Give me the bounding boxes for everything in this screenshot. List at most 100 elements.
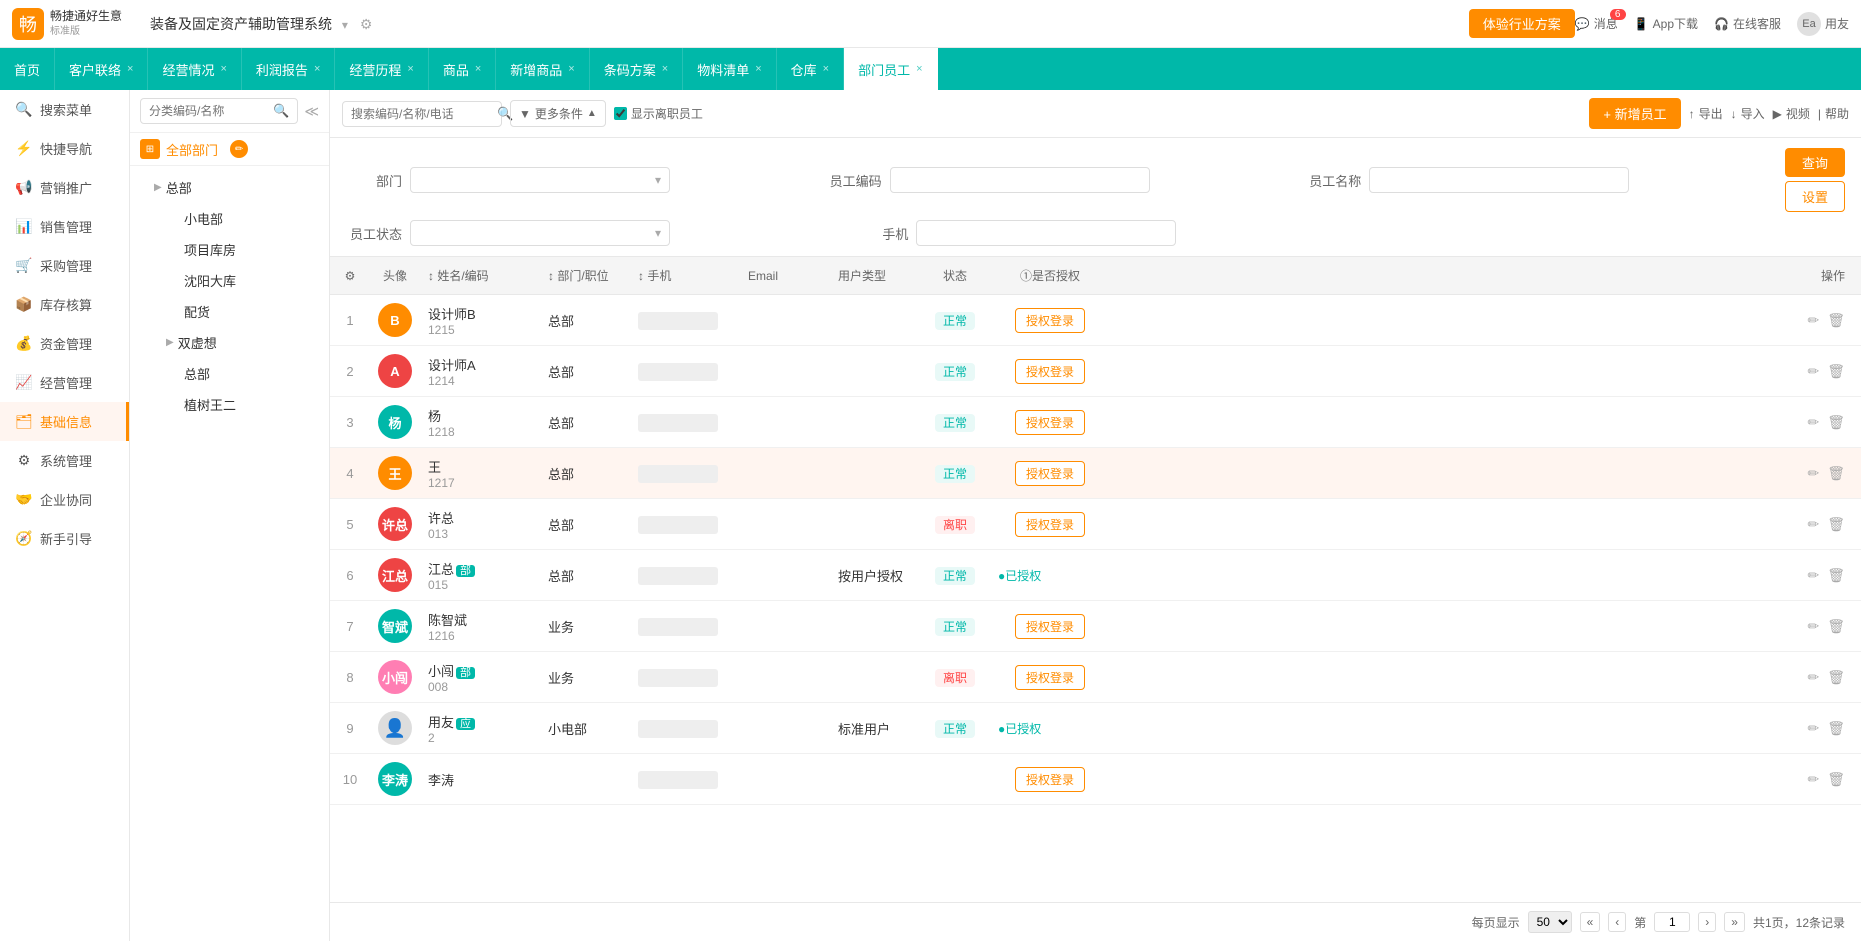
nav-tab-首页[interactable]: 首页 bbox=[0, 48, 55, 90]
last-page-btn[interactable]: » bbox=[1724, 912, 1745, 932]
edit-icon[interactable]: ✏ bbox=[1807, 516, 1819, 533]
edit-icon[interactable]: ✏ bbox=[1807, 465, 1819, 482]
dept-node-项目库房[interactable]: 项目库房 bbox=[130, 234, 329, 265]
emp-name-input[interactable] bbox=[1369, 167, 1629, 193]
dept-search-box[interactable]: 🔍 bbox=[140, 98, 298, 124]
sidebar-item-采购管理[interactable]: 🛒采购管理 bbox=[0, 246, 129, 285]
nav-tab-利润报告[interactable]: 利润报告× bbox=[242, 48, 335, 90]
page-size-select[interactable]: 50 bbox=[1528, 911, 1572, 933]
auth-btn[interactable]: 授权登录 bbox=[1015, 614, 1085, 639]
dept-all[interactable]: ⊞ 全部部门 ✏ bbox=[130, 133, 329, 166]
col-settings[interactable]: ⚙ bbox=[330, 257, 370, 295]
sidebar-item-企业协同[interactable]: 🤝企业协同 bbox=[0, 480, 129, 519]
dept-node-配货[interactable]: 配货 bbox=[130, 296, 329, 327]
edit-icon[interactable]: ✏ bbox=[1807, 771, 1819, 788]
edit-icon[interactable]: ✏ bbox=[1807, 312, 1819, 329]
close-tab-icon[interactable]: × bbox=[662, 63, 668, 75]
auth-btn[interactable]: 授权登录 bbox=[1015, 308, 1085, 333]
dept-node-小电部[interactable]: 小电部 bbox=[130, 203, 329, 234]
dept-node-植树王二[interactable]: 植树王二 bbox=[130, 389, 329, 420]
add-employee-btn[interactable]: + 新增员工 bbox=[1589, 98, 1680, 129]
auth-btn[interactable]: 授权登录 bbox=[1015, 461, 1085, 486]
delete-icon[interactable]: 🗑 bbox=[1827, 312, 1845, 329]
close-tab-icon[interactable]: × bbox=[916, 63, 922, 75]
delete-icon[interactable]: 🗑 bbox=[1827, 669, 1845, 686]
delete-icon[interactable]: 🗑 bbox=[1827, 567, 1845, 584]
sidebar-item-营销推广[interactable]: 📢营销推广 bbox=[0, 168, 129, 207]
dept-select[interactable]: ▾ bbox=[410, 167, 670, 193]
help-btn[interactable]: | 帮助 bbox=[1818, 105, 1849, 122]
close-tab-icon[interactable]: × bbox=[475, 63, 481, 75]
auth-btn[interactable]: 授权登录 bbox=[1015, 359, 1085, 384]
delete-icon[interactable]: 🗑 bbox=[1827, 618, 1845, 635]
close-tab-icon[interactable]: × bbox=[755, 63, 761, 75]
close-tab-icon[interactable]: × bbox=[220, 63, 226, 75]
delete-icon[interactable]: 🗑 bbox=[1827, 516, 1845, 533]
sidebar-item-系统管理[interactable]: ⚙系统管理 bbox=[0, 441, 129, 480]
sidebar-item-库存核算[interactable]: 📦库存核算 bbox=[0, 285, 129, 324]
nav-tab-经营情况[interactable]: 经营情况× bbox=[148, 48, 241, 90]
app-download-btn[interactable]: 📱 App下载 bbox=[1634, 15, 1698, 32]
phone-input[interactable] bbox=[916, 220, 1176, 246]
search-box[interactable]: 🔍 bbox=[342, 101, 502, 127]
dept-node-总部[interactable]: 总部 bbox=[130, 358, 329, 389]
edit-icon[interactable]: ✏ bbox=[1807, 618, 1819, 635]
delete-icon[interactable]: 🗑 bbox=[1827, 720, 1845, 737]
delete-icon[interactable]: 🗑 bbox=[1827, 414, 1845, 431]
nav-tab-经营历程[interactable]: 经营历程× bbox=[335, 48, 428, 90]
sidebar-item-搜索菜单[interactable]: 🔍搜索菜单 bbox=[0, 90, 129, 129]
sidebar-item-销售管理[interactable]: 📊销售管理 bbox=[0, 207, 129, 246]
nav-tab-条码方案[interactable]: 条码方案× bbox=[590, 48, 683, 90]
message-btn[interactable]: 💬 6 消息 bbox=[1575, 15, 1618, 32]
edit-icon[interactable]: ✏ bbox=[1807, 363, 1819, 380]
edit-icon[interactable]: ✏ bbox=[1807, 567, 1819, 584]
import-btn[interactable]: ↓ 导入 bbox=[1731, 105, 1765, 122]
nav-tab-物料清单[interactable]: 物料清单× bbox=[683, 48, 776, 90]
next-page-btn[interactable]: › bbox=[1698, 912, 1716, 932]
auth-btn[interactable]: 授权登录 bbox=[1015, 665, 1085, 690]
export-btn[interactable]: ↑ 导出 bbox=[1689, 105, 1723, 122]
nav-tab-新增商品[interactable]: 新增商品× bbox=[496, 48, 589, 90]
online-service-btn[interactable]: 🎧 在线客服 bbox=[1714, 15, 1781, 32]
dept-node-沈阳大库[interactable]: 沈阳大库 bbox=[130, 265, 329, 296]
close-tab-icon[interactable]: × bbox=[127, 63, 133, 75]
nav-tab-客户联络[interactable]: 客户联络× bbox=[55, 48, 148, 90]
dept-node-总部[interactable]: ▶总部 bbox=[130, 172, 329, 203]
auth-btn[interactable]: 授权登录 bbox=[1015, 767, 1085, 792]
edit-icon[interactable]: ✏ bbox=[1807, 669, 1819, 686]
delete-icon[interactable]: 🗑 bbox=[1827, 465, 1845, 482]
view-btn[interactable]: ▶ 视频 bbox=[1773, 105, 1810, 122]
try-btn[interactable]: 体验行业方案 bbox=[1469, 9, 1575, 38]
dept-search-input[interactable] bbox=[149, 104, 269, 118]
auth-btn[interactable]: 授权登录 bbox=[1015, 410, 1085, 435]
close-tab-icon[interactable]: × bbox=[568, 63, 574, 75]
edit-icon[interactable]: ✏ bbox=[1807, 414, 1819, 431]
dept-node-双虚想[interactable]: ▶双虚想 bbox=[130, 327, 329, 358]
prev-page-btn[interactable]: ‹ bbox=[1608, 912, 1626, 932]
nav-tab-部门员工[interactable]: 部门员工× bbox=[844, 48, 937, 90]
sidebar-item-新手引导[interactable]: 🧭新手引导 bbox=[0, 519, 129, 558]
sidebar-item-经营管理[interactable]: 📈经营管理 bbox=[0, 363, 129, 402]
close-tab-icon[interactable]: × bbox=[314, 63, 320, 75]
query-btn[interactable]: 查询 bbox=[1785, 148, 1845, 177]
sidebar-item-基础信息[interactable]: 🗂基础信息 bbox=[0, 402, 129, 441]
user-btn[interactable]: Ea 用友 bbox=[1797, 12, 1849, 36]
close-tab-icon[interactable]: × bbox=[823, 63, 829, 75]
page-input[interactable] bbox=[1654, 912, 1690, 932]
edit-icon[interactable]: ✏ bbox=[1807, 720, 1819, 737]
collapse-btn[interactable]: ≪ bbox=[304, 103, 319, 120]
close-tab-icon[interactable]: × bbox=[407, 63, 413, 75]
emp-code-input[interactable] bbox=[890, 167, 1150, 193]
search-input[interactable] bbox=[351, 107, 491, 121]
sidebar-item-资金管理[interactable]: 💰资金管理 bbox=[0, 324, 129, 363]
auth-btn[interactable]: 授权登录 bbox=[1015, 512, 1085, 537]
nav-tab-商品[interactable]: 商品× bbox=[429, 48, 496, 90]
nav-tab-仓库[interactable]: 仓库× bbox=[777, 48, 844, 90]
first-page-btn[interactable]: « bbox=[1580, 912, 1601, 932]
delete-icon[interactable]: 🗑 bbox=[1827, 363, 1845, 380]
show-resigned-checkbox[interactable]: 显示离职员工 bbox=[614, 105, 703, 122]
sidebar-item-快捷导航[interactable]: ⚡快捷导航 bbox=[0, 129, 129, 168]
set-btn[interactable]: 设置 bbox=[1785, 181, 1845, 212]
emp-status-select[interactable]: ▾ bbox=[410, 220, 670, 246]
delete-icon[interactable]: 🗑 bbox=[1827, 771, 1845, 788]
